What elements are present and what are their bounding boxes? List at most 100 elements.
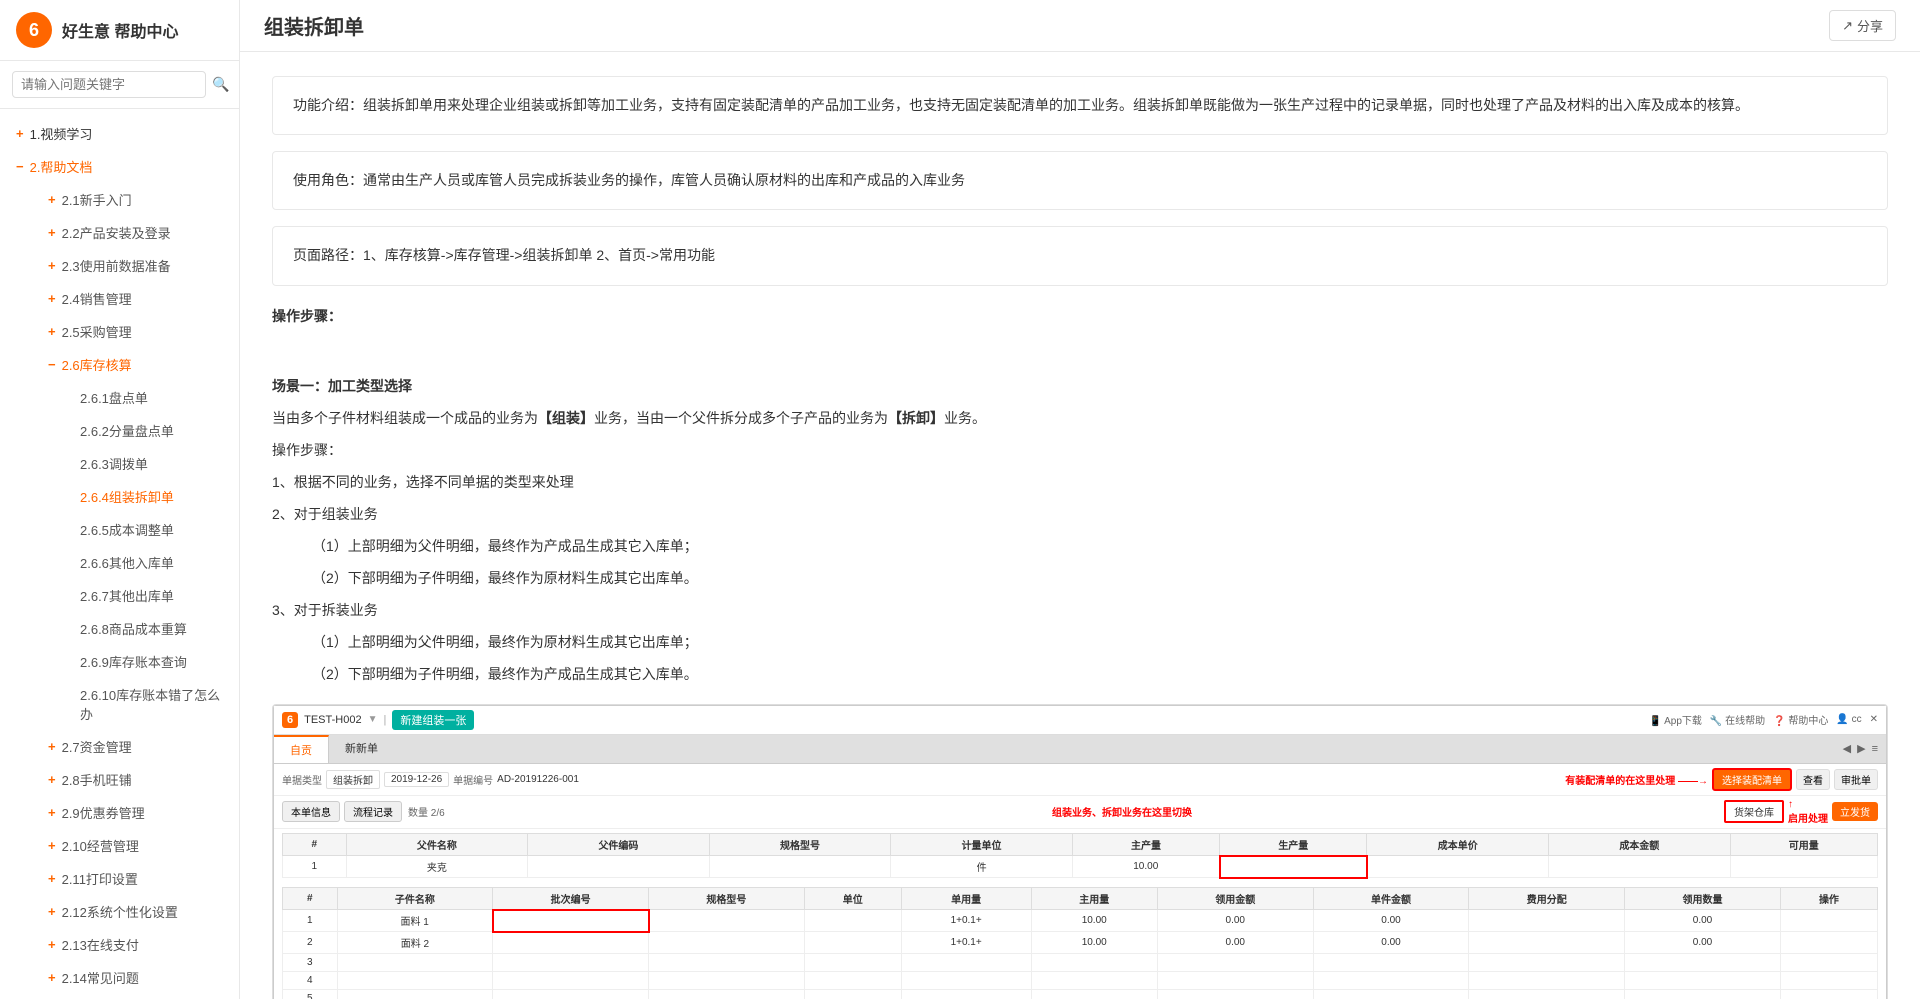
sidebar-item-inv268[interactable]: 2.6.8商品成本重算 (64, 612, 239, 645)
sidebar-item-faq[interactable]: + 2.14常见问题 (32, 961, 239, 994)
collapse-icon: − (48, 357, 56, 372)
mock-th-unit: 计量单位 (891, 833, 1073, 856)
sidebar-item-inventory[interactable]: − 2.6库存核算 (32, 348, 239, 381)
sidebar-header: 6 好生意 帮助中心 (0, 0, 239, 61)
steps-content: 操作步骤： 场景一：加工类型选择 当由多个子件材料组装成一个成品的业务为【组装】… (272, 302, 1888, 688)
sidebar-item-inv269[interactable]: 2.6.9库存账本查询 (64, 645, 239, 678)
sidebar-item-label: 2.11打印设置 (62, 869, 138, 888)
mock-close-icon[interactable]: ✕ (1870, 714, 1878, 725)
mock-td-code (528, 856, 710, 878)
table-row: 1 夹克 件 10.00 (283, 856, 1878, 878)
sidebar-item-purchase[interactable]: + 2.5采购管理 (32, 315, 239, 348)
expand-icon: + (48, 838, 56, 853)
steps-subtitle: 操作步骤： (272, 436, 1888, 464)
sidebar-item-docs[interactable]: − 2.帮助文档 (0, 150, 239, 183)
step3-1: （1）上部明细为父件明细，最终作为原材料生成其它出库单； (272, 628, 1888, 656)
sidebar-item-coupon[interactable]: + 2.9优惠券管理 (32, 796, 239, 829)
sidebar-item-inv262[interactable]: 2.6.2分量盘点单 (64, 414, 239, 447)
sidebar-item-label: 2.2产品安装及登录 (62, 223, 171, 242)
sidebar-item-install[interactable]: + 2.2产品安装及登录 (32, 216, 239, 249)
mock-lth-usage: 单用量 (901, 887, 1031, 910)
mock-logo: 6 (282, 712, 298, 728)
mock-tab-new[interactable]: 新新单 (329, 735, 394, 763)
sidebar-item-label: 2.6库存核算 (62, 355, 132, 374)
sidebar-item-print[interactable]: + 2.11打印设置 (32, 862, 239, 895)
logo-icon: 6 (16, 12, 52, 48)
mock-action2[interactable]: 审批单 (1834, 769, 1878, 790)
sidebar-item-label: 2.6.8商品成本重算 (80, 619, 187, 638)
sidebar-item-cases[interactable]: + 2.15操作案例 (32, 994, 239, 999)
sidebar-item-label: 2.4销售管理 (62, 289, 132, 308)
expand-icon: + (48, 970, 56, 985)
screenshot-container: 6 TEST-H002 ▼ | 新建组装一张 📱 App下载 🔧 在线帮助 ❓ … (272, 704, 1888, 999)
sidebar-item-inv263[interactable]: 2.6.3调拨单 (64, 447, 239, 480)
mock-filter[interactable]: ≡ (1872, 743, 1878, 755)
mock-sub-btn1[interactable]: 本单信息 (282, 801, 340, 822)
mock-help: 🔧 在线帮助 (1710, 712, 1765, 727)
mock-lth-pick: 领用金额 (1157, 887, 1313, 910)
mock-new-btn[interactable]: 新建组装一张 (392, 710, 474, 730)
mock-bom-btn[interactable]: 选择装配清单 (1712, 768, 1792, 791)
sidebar-item-custom[interactable]: + 2.12系统个性化设置 (32, 895, 239, 928)
role-text: 使用角色：通常由生产人员或库管人员完成拆装业务的操作，库管人员确认原材料的出库和… (293, 172, 965, 188)
main-content: 组装拆卸单 ↗ 分享 功能介绍：组装拆卸单用来处理企业组装或拆卸等加工业务，支持… (240, 0, 1920, 999)
table-row: 2 面料 2 1+0.1+ 10.00 0.00 0.00 0.00 (283, 932, 1878, 954)
sidebar-item-payment[interactable]: + 2.13在线支付 (32, 928, 239, 961)
mock-th-qty: 主产量 (1072, 833, 1219, 856)
step2-2: （2）下部明细为子件明细，最终作为原材料生成其它出库单。 (272, 564, 1888, 592)
mock-lth-spec: 规格型号 (649, 887, 805, 910)
mock-qiyong-input[interactable]: 货架仓库 (1724, 800, 1784, 823)
mock-app: 6 TEST-H002 ▼ | 新建组装一张 📱 App下载 🔧 在线帮助 ❓ … (273, 705, 1887, 999)
sidebar-item-mobile[interactable]: + 2.8手机旺铺 (32, 763, 239, 796)
expand-icon: + (48, 805, 56, 820)
mock-submit-btn[interactable]: 立发货 (1832, 802, 1878, 821)
mock-tab-active[interactable]: 自贡 (274, 735, 329, 763)
mock-type-value[interactable]: 组装拆卸 (326, 770, 380, 789)
sidebar-item-inv266[interactable]: 2.6.6其他入库单 (64, 546, 239, 579)
mock-td-unit: 件 (891, 856, 1073, 878)
mock-app-id: TEST-H002 (304, 714, 361, 726)
mock-td-amount (1549, 856, 1731, 878)
sidebar-item-label: 2.9优惠券管理 (62, 803, 145, 822)
annotation-assembly: 组装业务、拆卸业务在这里切换 (1052, 804, 1192, 819)
mock-action1[interactable]: 查看 (1796, 769, 1830, 790)
expand-icon: + (16, 126, 24, 141)
mock-nav-prev[interactable]: ◀ (1843, 742, 1851, 755)
mock-th-avail: 可用量 (1730, 833, 1877, 856)
sidebar-item-inv265[interactable]: 2.6.5成本调整单 (64, 513, 239, 546)
sidebar-item-inv264[interactable]: 2.6.4组装拆卸单 (64, 480, 239, 513)
mock-date-value[interactable]: 2019-12-26 (384, 772, 449, 787)
sidebar-item-inv261[interactable]: 2.6.1盘点单 (64, 381, 239, 414)
search-input[interactable] (12, 71, 206, 98)
mock-nav-next[interactable]: ▶ (1857, 742, 1865, 755)
mock-sub-btn2[interactable]: 流程记录 (344, 801, 402, 822)
mock-th-amount: 成本金额 (1549, 833, 1731, 856)
mock-td-avail (1730, 856, 1877, 878)
sidebar: 6 好生意 帮助中心 🔍 + 1.视频学习 − 2.帮助文档 + 2.1新手入门… (0, 0, 240, 999)
intro-block: 功能介绍：组装拆卸单用来处理企业组装或拆卸等加工业务，支持有固定装配清单的产品加… (272, 76, 1888, 135)
sidebar-item-inv2610[interactable]: 2.6.10库存账本错了怎么办 (64, 678, 239, 730)
mock-form-nums: 数量 2/6 (408, 804, 445, 819)
sidebar-item-label: 2.6.7其他出库单 (80, 586, 174, 605)
sidebar-item-label: 2.12系统个性化设置 (62, 902, 178, 921)
search-button[interactable]: 🔍 (212, 76, 229, 93)
sidebar-item-label: 2.6.5成本调整单 (80, 520, 174, 539)
content-area: 功能介绍：组装拆卸单用来处理企业组装或拆卸等加工业务，支持有固定装配清单的产品加… (240, 52, 1920, 999)
sidebar-item-dataprep[interactable]: + 2.3使用前数据准备 (32, 249, 239, 282)
mock-tabs: 自贡 新新单 ◀ ▶ ≡ (274, 735, 1886, 764)
mock-lower-table: # 子件名称 批次编号 规格型号 单位 单用量 主用量 领用金额 单件金额 费用… (282, 887, 1878, 999)
sidebar-item-ops[interactable]: + 2.10经营管理 (32, 829, 239, 862)
sidebar-item-finance[interactable]: + 2.7资金管理 (32, 730, 239, 763)
sidebar-item-newbie[interactable]: + 2.1新手入门 (32, 183, 239, 216)
sidebar-item-inv267[interactable]: 2.6.7其他出库单 (64, 579, 239, 612)
expand-icon: + (48, 192, 56, 207)
step3-2: （2）下部明细为子件明细，最终作为产成品生成其它入库单。 (272, 660, 1888, 688)
sidebar-item-label: 2.6.4组装拆卸单 (80, 487, 174, 506)
docs-subnav: + 2.1新手入门 + 2.2产品安装及登录 + 2.3使用前数据准备 + 2.… (0, 183, 239, 999)
sidebar-item-sales[interactable]: + 2.4销售管理 (32, 282, 239, 315)
sidebar-item-video[interactable]: + 1.视频学习 (0, 117, 239, 150)
expand-icon: + (48, 258, 56, 273)
mock-lth-main: 主用量 (1031, 887, 1157, 910)
mock-nav-icons: ◀ ▶ ≡ (1835, 735, 1886, 763)
share-button[interactable]: ↗ 分享 (1829, 10, 1896, 41)
